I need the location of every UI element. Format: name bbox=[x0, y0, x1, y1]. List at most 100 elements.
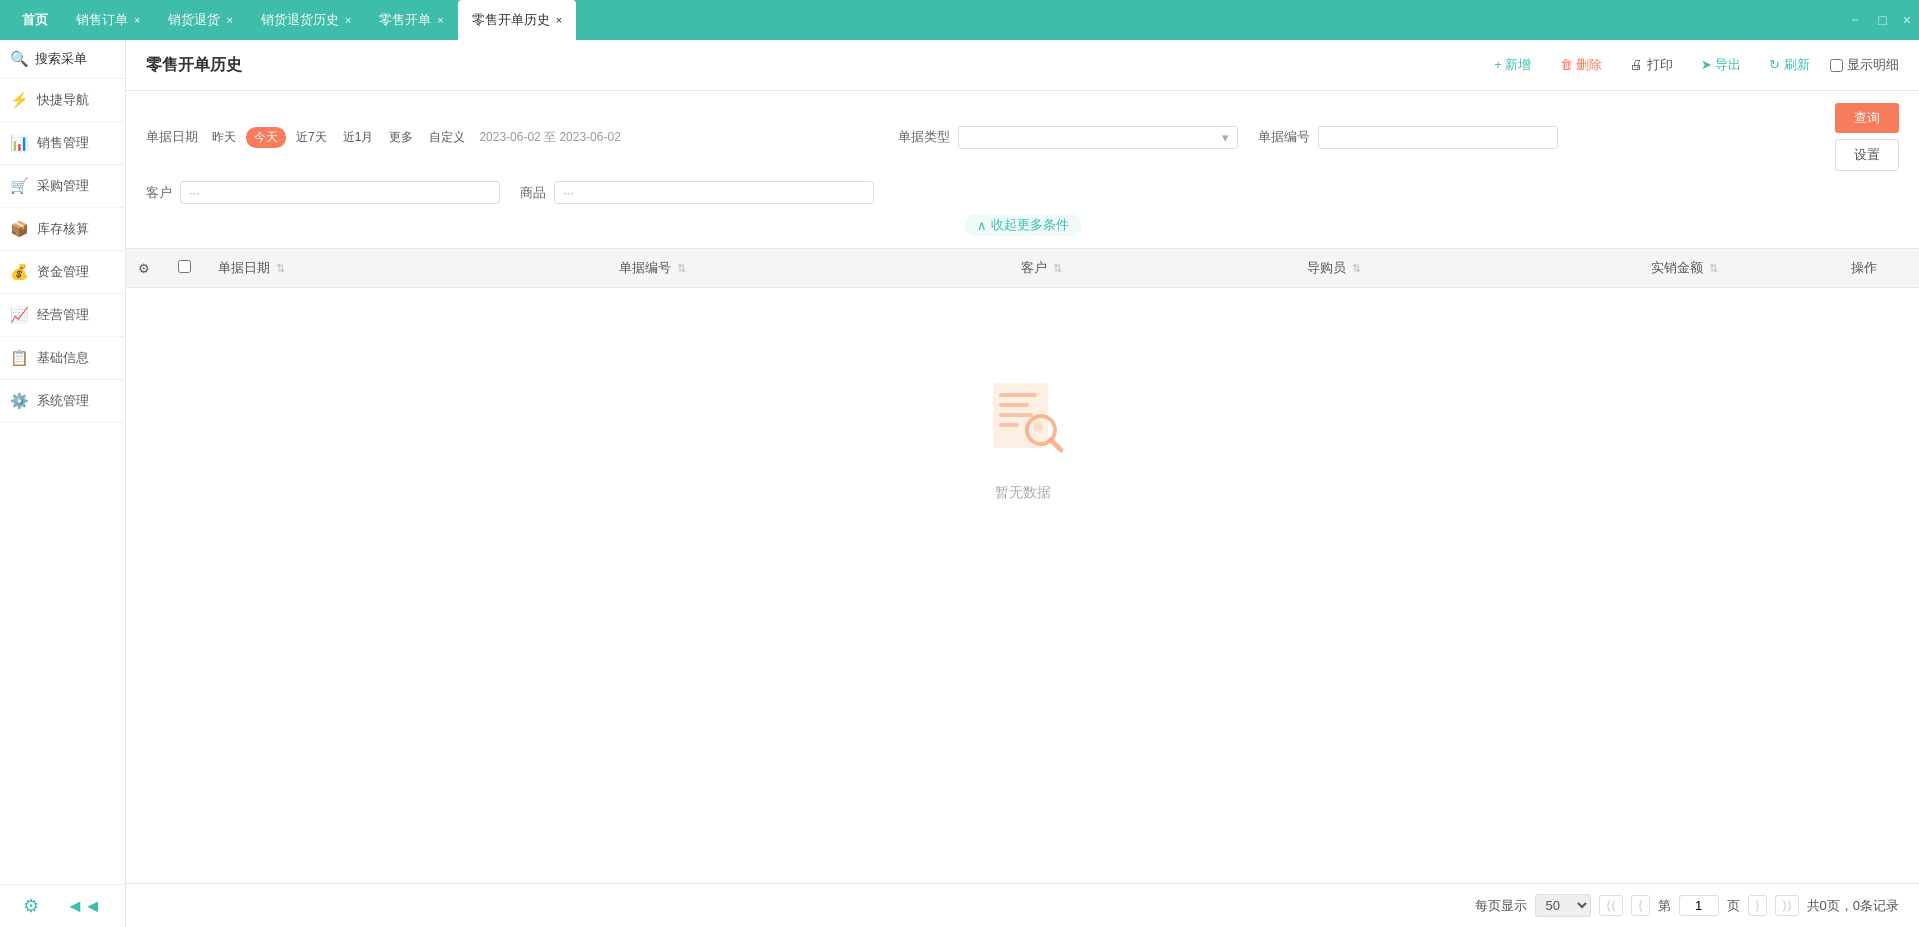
sidebar-item-label: 销售管理 bbox=[37, 134, 89, 152]
business-icon: 📈 bbox=[10, 306, 29, 324]
sidebar-item-sales-mgmt[interactable]: 📊 销售管理 bbox=[0, 122, 125, 165]
sort-bill-no-icon[interactable]: ⇅ bbox=[677, 262, 686, 274]
tab-home-label: 首页 bbox=[22, 11, 48, 29]
th-date: 单据日期 ⇅ bbox=[206, 249, 607, 288]
date-btn-yesterday[interactable]: 昨天 bbox=[206, 127, 242, 148]
goods-select[interactable]: ··· bbox=[554, 181, 874, 204]
page-label: 第 bbox=[1658, 897, 1671, 915]
total-text: 共0页，0条记录 bbox=[1807, 897, 1899, 915]
goods-ellipsis: ··· bbox=[563, 185, 574, 200]
window-controls: － □ × bbox=[1848, 11, 1911, 29]
close-icon[interactable]: × bbox=[134, 14, 140, 26]
th-customer-label: 客户 bbox=[1021, 260, 1047, 275]
close-icon[interactable]: × bbox=[556, 14, 562, 26]
sidebar-item-business[interactable]: 📈 经营管理 bbox=[0, 294, 125, 337]
show-detail-checkbox[interactable] bbox=[1830, 59, 1843, 72]
bill-no-input[interactable] bbox=[1318, 126, 1558, 149]
sidebar-item-system[interactable]: ⚙️ 系统管理 bbox=[0, 380, 125, 423]
svg-point-7 bbox=[1033, 422, 1043, 432]
tab-home[interactable]: 首页 bbox=[8, 0, 62, 40]
close-button[interactable]: × bbox=[1903, 12, 1911, 28]
show-detail-checkbox-label[interactable]: 显示明细 bbox=[1830, 56, 1899, 74]
th-gear: ⚙ bbox=[126, 249, 166, 288]
sidebar-search[interactable]: 🔍 搜索采单 bbox=[0, 40, 125, 79]
quick-nav-icon: ⚡ bbox=[10, 91, 29, 109]
th-checkbox bbox=[166, 249, 206, 288]
sidebar-item-label: 经营管理 bbox=[37, 306, 89, 324]
sort-customer-icon[interactable]: ⇅ bbox=[1053, 262, 1062, 274]
sidebar-item-finance[interactable]: 💰 资金管理 bbox=[0, 251, 125, 294]
minimize-button[interactable]: － bbox=[1848, 11, 1862, 29]
svg-rect-2 bbox=[999, 403, 1029, 407]
data-table: ⚙ 单据日期 ⇅ 单据编号 ⇅ bbox=[126, 249, 1919, 288]
close-icon[interactable]: × bbox=[226, 14, 232, 26]
tab-sales-order[interactable]: 销售订单 × bbox=[62, 0, 154, 40]
toolbar: + 新增 🗑 删除 🖨 打印 ➤ 导出 ↻ 刷新 显示明细 bbox=[1486, 52, 1899, 78]
th-amount-label: 实销金额 bbox=[1651, 260, 1703, 275]
bill-type-select[interactable]: ▾ bbox=[958, 126, 1238, 149]
tab-sales-return-history[interactable]: 销货退货历史 × bbox=[247, 0, 365, 40]
query-button[interactable]: 查询 bbox=[1835, 103, 1899, 133]
collapse-sidebar-icon[interactable]: ◄◄ bbox=[66, 896, 102, 917]
date-range-text: 2023-06-02 至 2023-06-02 bbox=[479, 129, 620, 146]
tab-sales-return[interactable]: 销货退货 × bbox=[154, 0, 246, 40]
th-amount: 实销金额 ⇅ bbox=[1639, 249, 1839, 288]
customer-label: 客户 bbox=[146, 184, 172, 202]
select-all-checkbox[interactable] bbox=[178, 260, 191, 273]
svg-rect-1 bbox=[999, 393, 1037, 397]
content-area: 零售开单历史 + 新增 🗑 删除 🖨 打印 ➤ 导出 ↻ 刷新 显示明细 单据日… bbox=[126, 40, 1919, 927]
gear-icon[interactable]: ⚙ bbox=[138, 261, 150, 276]
system-icon: ⚙️ bbox=[10, 392, 29, 410]
sidebar-item-inventory[interactable]: 📦 库存核算 bbox=[0, 208, 125, 251]
sort-date-icon[interactable]: ⇅ bbox=[276, 262, 285, 274]
finance-icon: 💰 bbox=[10, 263, 29, 281]
empty-illustration bbox=[973, 368, 1073, 468]
first-page-button[interactable]: ⟨⟨ bbox=[1599, 895, 1623, 916]
sidebar-item-label: 资金管理 bbox=[37, 263, 89, 281]
date-btn-today[interactable]: 今天 bbox=[246, 127, 286, 148]
filter-row-1: 单据日期 昨天 今天 近7天 近1月 更多 自定义 2023-06-02 至 2… bbox=[146, 103, 1899, 171]
print-button[interactable]: 🖨 打印 bbox=[1622, 52, 1681, 78]
customer-select[interactable]: ··· bbox=[180, 181, 500, 204]
top-tabbar: 首页 销售订单 × 销货退货 × 销货退货历史 × 零售开单 × 零售开单历史 … bbox=[0, 0, 1919, 40]
page-size-label: 每页显示 bbox=[1475, 897, 1527, 915]
close-icon[interactable]: × bbox=[437, 14, 443, 26]
sidebar-item-purchase-mgmt[interactable]: 🛒 采购管理 bbox=[0, 165, 125, 208]
tab-retail-open-history-label: 零售开单历史 bbox=[472, 11, 550, 29]
sort-amount-icon[interactable]: ⇅ bbox=[1709, 262, 1718, 274]
prev-page-button[interactable]: ⟨ bbox=[1631, 895, 1650, 916]
chevron-down-icon: ▾ bbox=[1222, 130, 1229, 145]
date-btn-1month[interactable]: 近1月 bbox=[337, 127, 380, 148]
last-page-button[interactable]: ⟩⟩ bbox=[1775, 895, 1799, 916]
sidebar-nav: ⚡ 快捷导航 📊 销售管理 🛒 采购管理 📦 库存核算 💰 资金管理 📈 bbox=[0, 79, 125, 884]
sort-salesperson-icon[interactable]: ⇅ bbox=[1352, 262, 1361, 274]
sidebar-item-basic-info[interactable]: 📋 基础信息 bbox=[0, 337, 125, 380]
add-button[interactable]: + 新增 bbox=[1486, 52, 1539, 78]
th-date-label: 单据日期 bbox=[218, 260, 270, 275]
date-quick-btns: 昨天 今天 近7天 近1月 更多 自定义 bbox=[206, 127, 471, 148]
page-header: 零售开单历史 + 新增 🗑 删除 🖨 打印 ➤ 导出 ↻ 刷新 显示明细 bbox=[126, 40, 1919, 91]
next-page-button[interactable]: ⟩ bbox=[1748, 895, 1767, 916]
filter-goods: 商品 ··· bbox=[520, 181, 874, 204]
tab-retail-open-history[interactable]: 零售开单历史 × bbox=[458, 0, 576, 40]
settings-button[interactable]: 设置 bbox=[1835, 139, 1899, 171]
th-bill-no: 单据编号 ⇅ bbox=[607, 249, 1008, 288]
sidebar-item-quick-nav[interactable]: ⚡ 快捷导航 bbox=[0, 79, 125, 122]
page-unit: 页 bbox=[1727, 897, 1740, 915]
date-btn-custom[interactable]: 自定义 bbox=[423, 127, 471, 148]
bill-no-label: 单据编号 bbox=[1258, 128, 1310, 146]
tab-sales-return-history-label: 销货退货历史 bbox=[261, 11, 339, 29]
collapse-filter-button[interactable]: ∧ 收起更多条件 bbox=[965, 214, 1081, 236]
export-button[interactable]: ➤ 导出 bbox=[1693, 52, 1750, 78]
page-size-select[interactable]: 10 20 50 100 bbox=[1535, 894, 1591, 917]
table-header: ⚙ 单据日期 ⇅ 单据编号 ⇅ bbox=[126, 249, 1919, 288]
delete-button[interactable]: 🗑 删除 bbox=[1552, 52, 1611, 78]
close-icon[interactable]: × bbox=[345, 14, 351, 26]
date-btn-more[interactable]: 更多 bbox=[383, 127, 419, 148]
tab-retail-open[interactable]: 零售开单 × bbox=[365, 0, 457, 40]
maximize-button[interactable]: □ bbox=[1878, 12, 1886, 28]
page-number-input[interactable] bbox=[1679, 895, 1719, 916]
refresh-button[interactable]: ↻ 刷新 bbox=[1761, 52, 1818, 78]
settings-icon[interactable]: ⚙ bbox=[23, 895, 39, 917]
date-btn-7days[interactable]: 近7天 bbox=[290, 127, 333, 148]
